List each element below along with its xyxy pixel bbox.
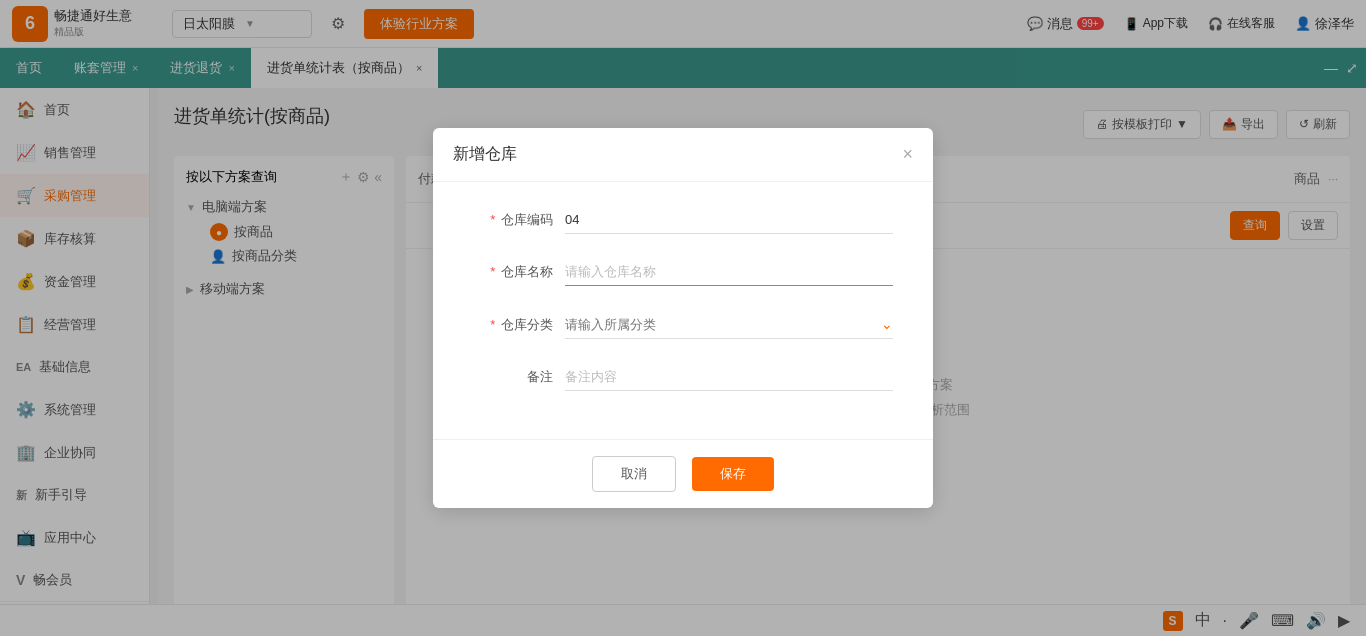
modal-header: 新增仓库 × <box>433 128 933 182</box>
category-select-wrap[interactable]: ⌄ <box>565 310 893 339</box>
code-label: * 仓库编码 <box>473 211 553 229</box>
modal-close-button[interactable]: × <box>902 144 913 165</box>
modal-body: * 仓库编码 * 仓库名称 * 仓库分类 ⌄ <box>433 182 933 439</box>
form-row-code: * 仓库编码 <box>473 206 893 234</box>
new-warehouse-modal: 新增仓库 × * 仓库编码 * 仓库名称 * <box>433 128 933 508</box>
note-label: 备注 <box>473 368 553 386</box>
save-button[interactable]: 保存 <box>692 457 774 491</box>
name-label: * 仓库名称 <box>473 263 553 281</box>
warehouse-note-input[interactable] <box>565 363 893 391</box>
category-dropdown-icon: ⌄ <box>881 316 893 332</box>
modal-title: 新增仓库 <box>453 144 517 165</box>
form-row-category: * 仓库分类 ⌄ <box>473 310 893 339</box>
modal-footer: 取消 保存 <box>433 439 933 508</box>
form-row-note: 备注 <box>473 363 893 391</box>
warehouse-category-input[interactable] <box>565 317 881 332</box>
code-required-star: * <box>490 212 495 227</box>
warehouse-name-input[interactable] <box>565 258 893 286</box>
form-row-name: * 仓库名称 <box>473 258 893 286</box>
name-required-star: * <box>490 264 495 279</box>
category-label: * 仓库分类 <box>473 316 553 334</box>
modal-overlay: 新增仓库 × * 仓库编码 * 仓库名称 * <box>0 0 1366 636</box>
category-required-star: * <box>490 317 495 332</box>
cancel-button[interactable]: 取消 <box>592 456 676 492</box>
warehouse-code-input[interactable] <box>565 206 893 234</box>
